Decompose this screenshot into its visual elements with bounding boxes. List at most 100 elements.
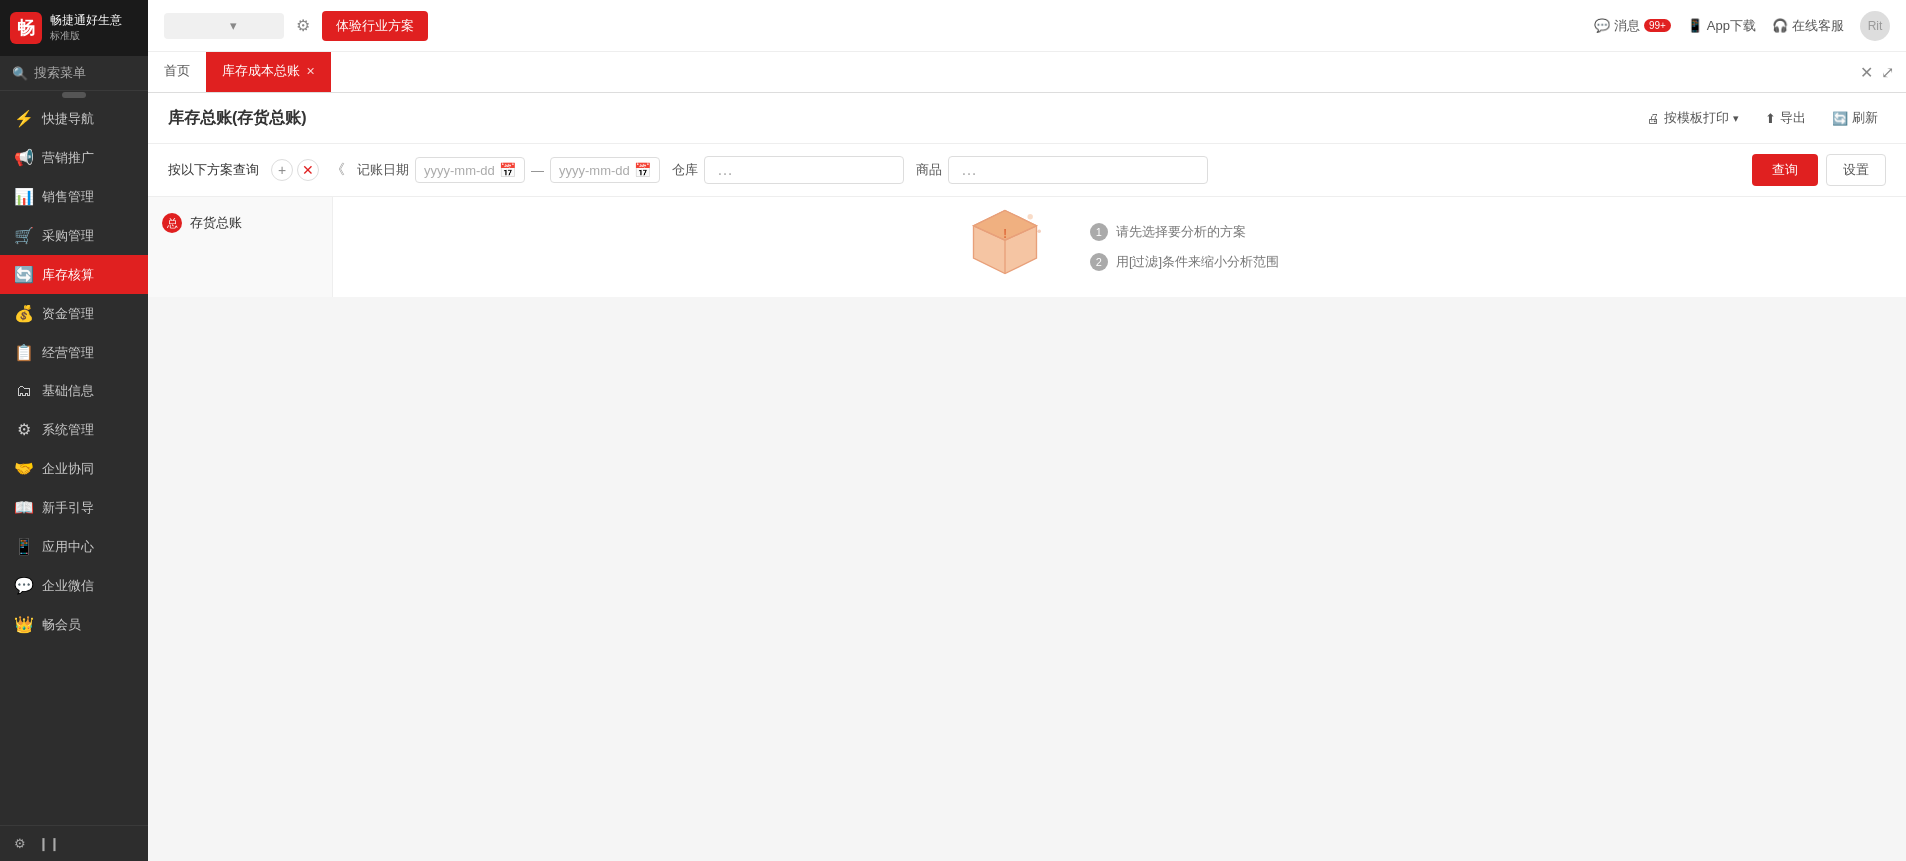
sidebar-item-label: 采购管理 [42,227,94,245]
date-end-input[interactable]: yyyy-mm-dd 📅 [550,157,660,183]
online-service-item[interactable]: 🎧 在线客服 [1772,17,1844,35]
tab-inventory-cost[interactable]: 库存成本总账 ✕ [206,52,331,92]
industry-btn[interactable]: 体验行业方案 [322,11,428,41]
date-field: 记账日期 yyyy-mm-dd 📅 — yyyy-mm-dd 📅 [357,157,660,183]
warehouse-label: 仓库 [672,161,698,179]
filter-bar: 按以下方案查询 + ✕ 《 记账日期 yyyy-mm-dd 📅 — yyyy-m… [148,144,1906,197]
sidebar-footer: ⚙ ❙❙ [0,825,148,861]
sidebar-item-inventory[interactable]: 🔄 库存核算 [0,255,148,294]
app-center-icon: 📱 [14,537,34,556]
sidebar-item-enterprise[interactable]: 🤝 企业协同 [0,449,148,488]
filter-clear-btn[interactable]: ✕ [297,159,319,181]
breadcrumb[interactable]: ▾ [164,13,284,39]
filter-buttons: 查询 设置 [1752,154,1886,186]
sidebar-item-finance[interactable]: 💰 资金管理 [0,294,148,333]
message-label: 消息 [1614,17,1640,35]
sidebar-item-basic-info[interactable]: 🗂 基础信息 [0,372,148,410]
basic-info-icon: 🗂 [14,382,34,400]
query-button[interactable]: 查询 [1752,154,1818,186]
date-start-input[interactable]: yyyy-mm-dd 📅 [415,157,525,183]
export-label: 导出 [1780,109,1806,127]
marketing-icon: 📢 [14,148,34,167]
sidebar-item-label: 企业协同 [42,460,94,478]
settings-icon[interactable]: ⚙ [14,836,26,851]
tab-close-icon[interactable]: ✕ [306,65,315,78]
date-end-placeholder: yyyy-mm-dd [559,163,630,178]
wechat-icon: 💬 [14,576,34,595]
scheme-item-label: 存货总账 [190,214,242,232]
filter-add-btn[interactable]: + [271,159,293,181]
scheme-item-inventory[interactable]: 总 存货总账 [148,205,332,241]
page-content: 库存总账(存货总账) 🖨 按模板打印 ▾ ⬆ 导出 🔄 刷新 按以下方案查询 [148,93,1906,861]
tip-2-text: 用[过滤]条件来缩小分析范围 [1116,253,1279,271]
topbar-settings-icon[interactable]: ⚙ [296,16,310,35]
online-service-label: 在线客服 [1792,17,1844,35]
sidebar-item-wechat[interactable]: 💬 企业微信 [0,566,148,605]
refresh-label: 刷新 [1852,109,1878,127]
export-btn[interactable]: ⬆ 导出 [1757,105,1814,131]
sidebar-item-app-center[interactable]: 📱 应用中心 [0,527,148,566]
sidebar-item-label: 经营管理 [42,344,94,362]
sidebar-item-label: 应用中心 [42,538,94,556]
date-label: 记账日期 [357,161,409,179]
sidebar-item-sales[interactable]: 📊 销售管理 [0,177,148,216]
calendar-icon-end[interactable]: 📅 [634,162,651,178]
sidebar-footer-icons: ⚙ ❙❙ [14,836,60,851]
product-input[interactable]: … [948,156,1208,184]
print-btn[interactable]: 🖨 按模板打印 ▾ [1639,105,1747,131]
panel-expand-icon[interactable]: ⤢ [1881,63,1894,82]
main-area: ▾ ⚙ 体验行业方案 💬 消息 99+ 📱 App下载 🎧 在线客服 Rit [148,0,1906,861]
sidebar-item-member[interactable]: 👑 畅会员 [0,605,148,644]
print-chevron-icon: ▾ [1733,112,1739,125]
finance-icon: 💰 [14,304,34,323]
warehouse-input[interactable]: … [704,156,904,184]
topbar: ▾ ⚙ 体验行业方案 💬 消息 99+ 📱 App下载 🎧 在线客服 Rit [148,0,1906,52]
headset-icon: 🎧 [1772,18,1788,33]
tabbar: 首页 库存成本总账 ✕ ✕ ⤢ [148,52,1906,93]
chevron-down-icon: ▾ [230,18,237,33]
sidebar-scroll-up [0,91,148,99]
empty-inner: ! 1 请先选择要分析的方案 2 用[过滤]条件来 [960,197,1279,297]
sidebar-item-guide[interactable]: 📖 新手引导 [0,488,148,527]
page-title: 库存总账(存货总账) [168,108,307,129]
warehouse-more-btn[interactable]: … [717,161,733,179]
collapse-icon[interactable]: ❙❙ [38,836,60,851]
svg-point-6 [1027,214,1032,219]
filter-collapse-btn[interactable]: 《 [331,161,345,179]
settings-button[interactable]: 设置 [1826,154,1886,186]
sidebar-search[interactable]: 🔍 搜索菜单 [0,56,148,91]
sidebar-item-label: 企业微信 [42,577,94,595]
sidebar: 畅 畅捷通好生意 标准版 🔍 搜索菜单 ⚡ 快捷导航 📢 营销推广 📊 销售管理… [0,0,148,861]
purchase-icon: 🛒 [14,226,34,245]
app-download-label: App下载 [1707,17,1756,35]
svg-text:!: ! [1003,227,1007,241]
sidebar-item-purchase[interactable]: 🛒 采购管理 [0,216,148,255]
sales-icon: 📊 [14,187,34,206]
calendar-icon-start[interactable]: 📅 [499,162,516,178]
guide-icon: 📖 [14,498,34,517]
enterprise-icon: 🤝 [14,459,34,478]
product-field: 商品 … [916,156,1208,184]
quick-nav-icon: ⚡ [14,109,34,128]
sidebar-item-quick-nav[interactable]: ⚡ 快捷导航 [0,99,148,138]
sidebar-item-operations[interactable]: 📋 经营管理 [0,333,148,372]
empty-state: ! 1 请先选择要分析的方案 2 用[过滤]条件来 [333,197,1906,297]
empty-image: ! [960,197,1060,297]
sidebar-item-system[interactable]: ⚙ 系统管理 [0,410,148,449]
tab-home[interactable]: 首页 [148,52,206,92]
app-download-item[interactable]: 📱 App下载 [1687,17,1756,35]
product-label: 商品 [916,161,942,179]
message-item[interactable]: 💬 消息 99+ [1594,17,1671,35]
sidebar-item-marketing[interactable]: 📢 营销推广 [0,138,148,177]
avatar[interactable]: Rit [1860,11,1890,41]
refresh-btn[interactable]: 🔄 刷新 [1824,105,1886,131]
date-start-placeholder: yyyy-mm-dd [424,163,495,178]
product-more-btn[interactable]: … [961,161,977,179]
sidebar-item-label: 畅会员 [42,616,81,634]
sidebar-item-label: 快捷导航 [42,110,94,128]
tip-1-text: 请先选择要分析的方案 [1116,223,1246,241]
avatar-initials: Rit [1868,19,1883,33]
panel-close-icon[interactable]: ✕ [1860,63,1873,82]
app-title: 畅捷通好生意 [50,13,122,29]
sidebar-item-label: 销售管理 [42,188,94,206]
